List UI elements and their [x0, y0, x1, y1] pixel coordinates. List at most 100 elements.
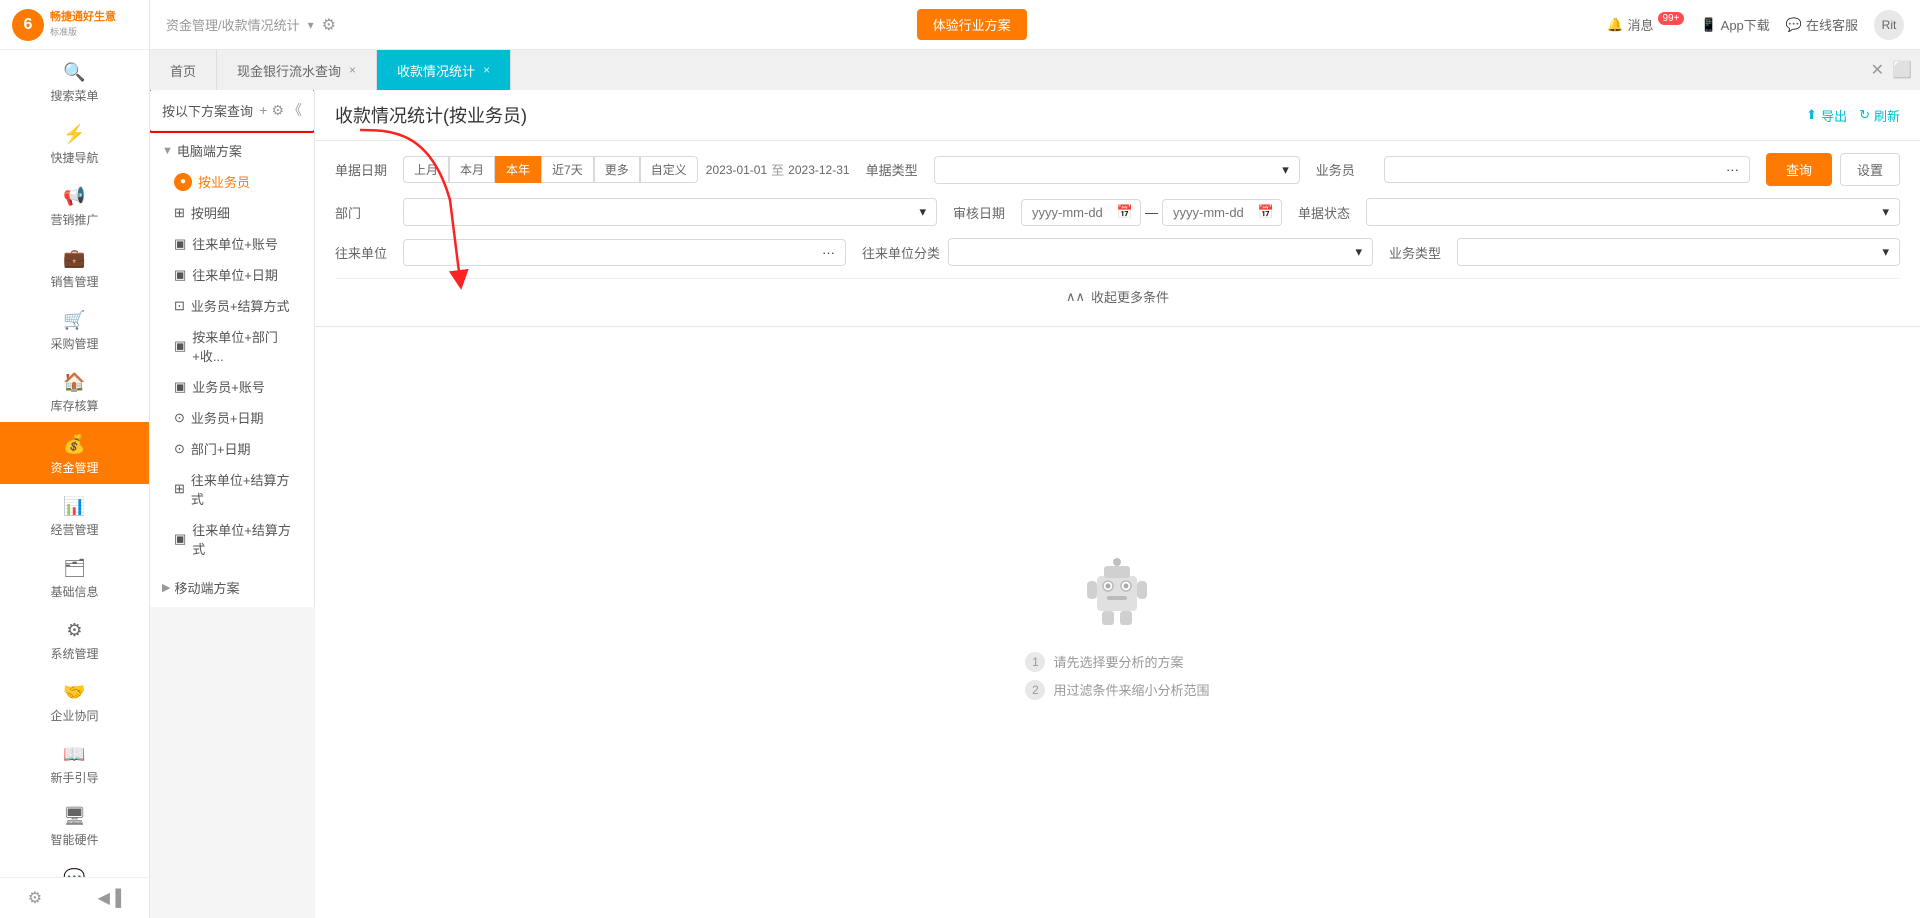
panel-collapse-button[interactable]: 《	[288, 100, 302, 120]
inventory-icon: 🏠	[63, 372, 85, 393]
date-tab-this-month[interactable]: 本月	[449, 156, 495, 183]
sidebar-item-enterprise[interactable]: 🤝 企业协同	[0, 670, 149, 732]
date-to-display: 2023-12-31	[788, 163, 849, 177]
app-download-label: App下载	[1721, 15, 1770, 34]
settings-button[interactable]: 设置	[1840, 153, 1900, 186]
voucher-type-select[interactable]: ▾	[934, 156, 1300, 184]
messages-button[interactable]: 🔔 消息 99+	[1607, 15, 1684, 34]
sidebar-item-search[interactable]: 🔍 搜索菜单	[0, 50, 149, 112]
voucher-status-label: 单据状态	[1298, 203, 1358, 222]
date-tab-more[interactable]: 更多	[594, 156, 640, 183]
sidebar-item-marketing[interactable]: 📢 营销推广	[0, 174, 149, 236]
panel-pc-header[interactable]: ▼ 电脑端方案	[150, 135, 314, 166]
date-separator: 至	[771, 160, 784, 179]
panel-item-dept-date[interactable]: ⊙ 部门+日期	[150, 433, 314, 464]
voucher-status-select[interactable]: ▾	[1366, 198, 1900, 226]
sidebar-item-inventory[interactable]: 🏠 库存核算	[0, 360, 149, 422]
online-service-button[interactable]: 💬 在线客服	[1786, 15, 1858, 34]
date-tab-7days[interactable]: 近7天	[541, 156, 594, 183]
partner-select[interactable]: ···	[403, 239, 846, 266]
date-field: 单据日期 上月 本月 本年 近7天 更多 自定义 2023-01-01	[335, 156, 850, 183]
panel-item-partner-date[interactable]: ▣ 往来单位+日期	[150, 259, 314, 290]
panel-mobile-header[interactable]: ▶ 移动端方案	[150, 572, 314, 603]
tab-receipt[interactable]: 收款情况统计 ×	[377, 50, 511, 90]
panel-settings-button[interactable]: ⚙	[271, 100, 284, 120]
tip-number-2: 2	[1025, 680, 1045, 700]
sidebar-item-sales[interactable]: 💼 销售管理	[0, 236, 149, 298]
promo-button[interactable]: 体验行业方案	[917, 9, 1027, 40]
tab-bank[interactable]: 现金银行流水查询 ×	[217, 50, 377, 90]
sidebar-item-system[interactable]: ⚙ 系统管理	[0, 608, 149, 670]
collapse-label: 收起更多条件	[1091, 287, 1169, 306]
export-button[interactable]: ⬆ 导出	[1806, 106, 1847, 125]
app-logo: 6 畅捷通好生意 标准版	[0, 0, 149, 50]
tab-receipt-close[interactable]: ×	[483, 63, 490, 77]
panel-item-detail[interactable]: ⊞ 按明细	[150, 197, 314, 228]
salesperson-select[interactable]: ···	[1384, 156, 1750, 183]
app-download-button[interactable]: 📱 App下载	[1700, 15, 1769, 34]
salesperson-field: 业务员 ···	[1316, 156, 1750, 183]
sidebar-item-finance[interactable]: 💰 资金管理	[0, 422, 149, 484]
panel-item-salesperson-date[interactable]: ⊙ 业务员+日期	[150, 402, 314, 433]
sidebar-item-label: 系统管理	[50, 645, 98, 662]
sidebar-item-label: 库存核算	[50, 397, 98, 414]
voucher-type-dropdown-icon: ▾	[1282, 162, 1289, 178]
partner-category-field: 往来单位分类 ▾	[862, 238, 1373, 266]
partner-category-dropdown-icon: ▾	[1355, 244, 1362, 260]
collapse-sidebar-icon[interactable]: ◀▐	[98, 888, 122, 908]
panel-item-partner-dept[interactable]: ▣ 按来单位+部门+收...	[150, 321, 314, 371]
calendar-from-icon: 📅	[1117, 204, 1133, 220]
partner-dots[interactable]: ···	[822, 245, 835, 260]
query-button[interactable]: 查询	[1766, 153, 1832, 186]
sidebar-item-operation[interactable]: 📊 经营管理	[0, 484, 149, 546]
business-type-select[interactable]: ▾	[1457, 238, 1900, 266]
empty-state: 1 请先选择要分析的方案 2 用过滤条件来缩小分析范围	[1025, 546, 1209, 700]
salesperson-dots[interactable]: ···	[1726, 162, 1739, 177]
partner-category-select[interactable]: ▾	[948, 238, 1373, 266]
user-avatar[interactable]: Rit	[1874, 10, 1904, 40]
date-tab-custom[interactable]: 自定义	[640, 156, 698, 183]
dept-select[interactable]: ▾	[403, 198, 937, 226]
sidebar-menu: 🔍 搜索菜单 ⚡ 快捷导航 📢 营销推广 💼 销售管理 🛒 采购管理 🏠	[0, 50, 149, 877]
panel-item-by-salesperson[interactable]: ● 按业务员	[150, 166, 314, 197]
header-gear-icon[interactable]: ⚙	[322, 15, 336, 35]
system-icon: ⚙	[66, 620, 82, 641]
tab-bar: 首页 现金银行流水查询 × 收款情况统计 × ✕ ⬜	[150, 50, 1920, 90]
sidebar: 6 畅捷通好生意 标准版 🔍 搜索菜单 ⚡ 快捷导航 📢 营销推广 💼	[0, 0, 150, 918]
date-tab-last-month[interactable]: 上月	[403, 156, 449, 183]
settings-bottom-icon[interactable]: ⚙	[28, 888, 42, 908]
online-service-label: 在线客服	[1806, 15, 1858, 34]
sidebar-item-hardware[interactable]: 🖥 智能硬件	[0, 794, 149, 856]
date-from-display: 2023-01-01	[706, 163, 767, 177]
service-icon: 💬	[1786, 17, 1802, 33]
panel-item-salesperson-settlement[interactable]: ⊡ 业务员+结算方式	[150, 290, 314, 321]
messages-label: 消息	[1627, 15, 1653, 34]
partner-field: 往来单位 ···	[335, 239, 846, 266]
collapse-conditions-button[interactable]: ∧∧ 收起更多条件	[335, 278, 1900, 314]
header-dropdown-icon[interactable]: ▾	[308, 18, 314, 32]
sidebar-item-purchase[interactable]: 🛒 采购管理	[0, 298, 149, 360]
panel-add-button[interactable]: +	[259, 100, 267, 120]
logo-badge: 标准版	[50, 25, 116, 38]
panel-item-partner-settlement2[interactable]: ▣ 往来单位+结算方式	[150, 514, 314, 564]
tab-bank-close[interactable]: ×	[349, 63, 356, 77]
tab-home[interactable]: 首页	[150, 50, 217, 90]
business-type-label: 业务类型	[1389, 243, 1449, 262]
salesperson-item-label: 按业务员	[198, 172, 250, 191]
date-label: 单据日期	[335, 160, 395, 179]
panel-item-salesperson-account[interactable]: ▣ 业务员+账号	[150, 371, 314, 402]
refresh-button[interactable]: ↻ 刷新	[1859, 106, 1900, 125]
date-tab-this-year[interactable]: 本年	[495, 156, 541, 183]
window-close-button[interactable]: ✕	[1871, 60, 1884, 80]
panel-item-partner-settlement1[interactable]: ⊞ 往来单位+结算方式	[150, 464, 314, 514]
tab-right-controls: ✕ ⬜	[1871, 60, 1920, 80]
sidebar-item-wechat[interactable]: 💬 企业微信	[0, 856, 149, 877]
panel-item-partner-account[interactable]: ▣ 往来单位+账号	[150, 228, 314, 259]
sidebar-item-shortcut[interactable]: ⚡ 快捷导航	[0, 112, 149, 174]
sidebar-item-guide[interactable]: 📖 新手引导	[0, 732, 149, 794]
dept-dropdown-icon: ▾	[919, 204, 926, 220]
sidebar-item-label: 智能硬件	[50, 831, 98, 848]
sidebar-item-basic[interactable]: 🗂 基础信息	[0, 546, 149, 608]
window-max-button[interactable]: ⬜	[1892, 60, 1912, 80]
query-form: 单据日期 上月 本月 本年 近7天 更多 自定义 2023-01-01	[315, 141, 1920, 327]
